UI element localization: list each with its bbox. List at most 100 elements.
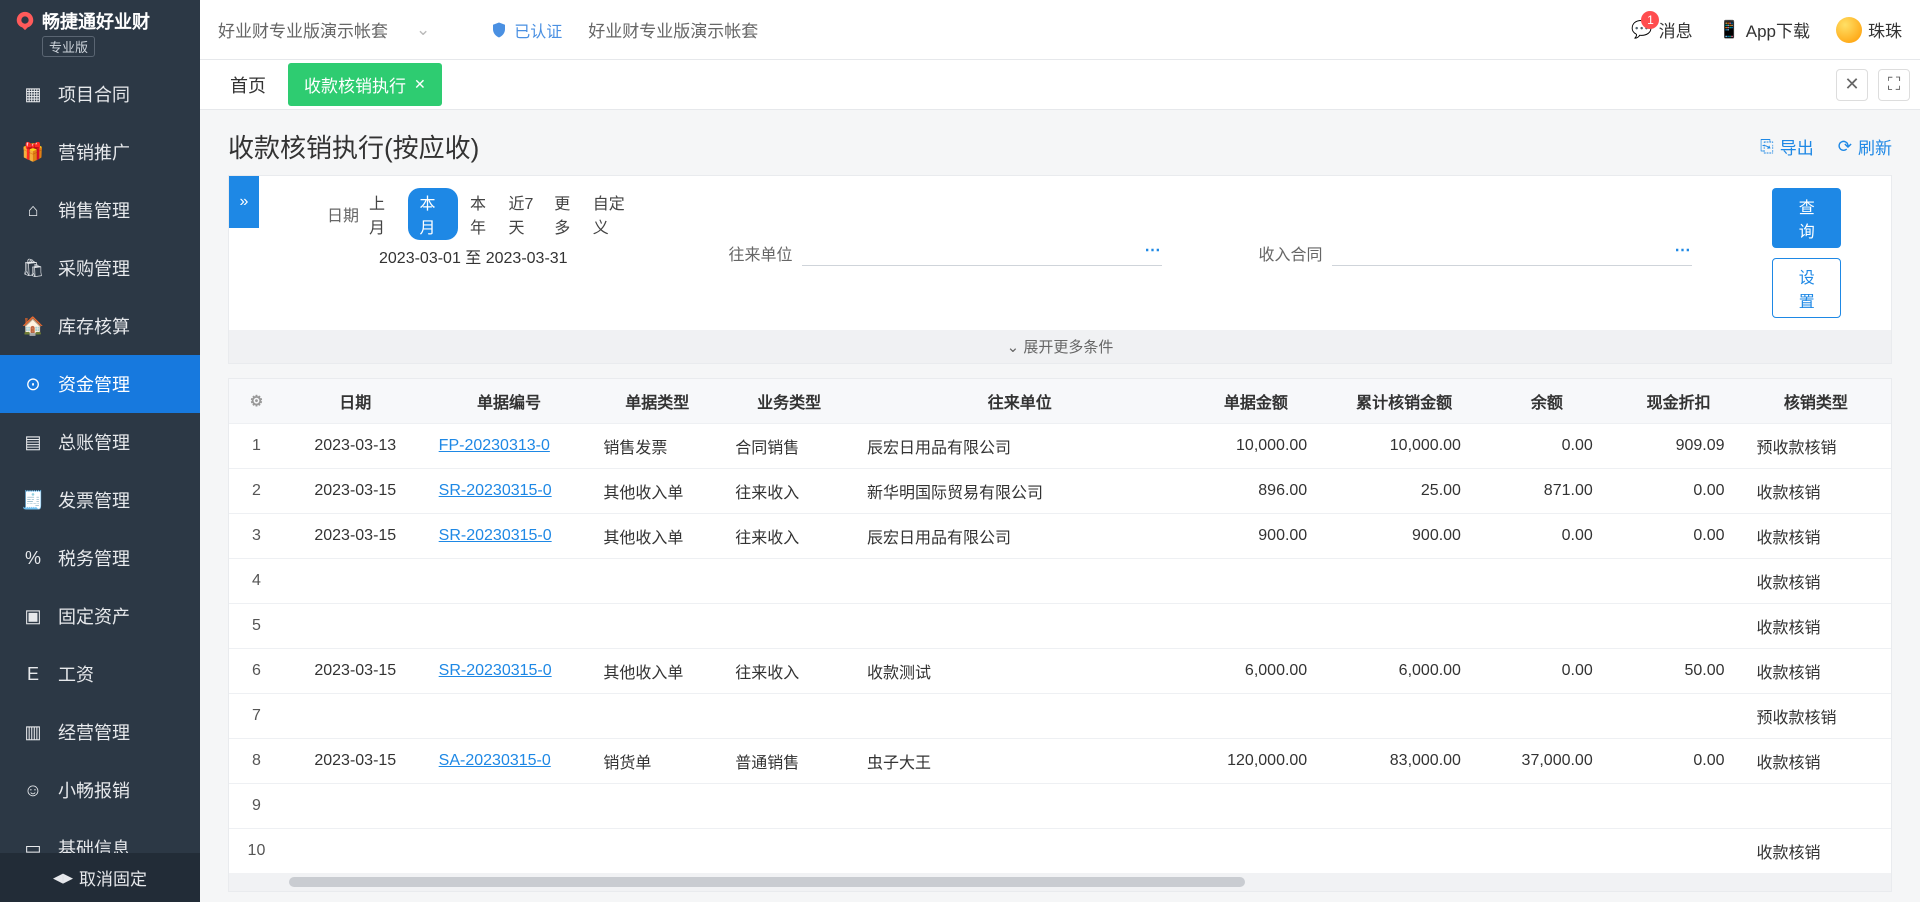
percent-icon: %	[22, 547, 44, 569]
table-row[interactable]: 5收款核销收款单20	[229, 604, 1891, 649]
sidebar-item-13[interactable]: ▭基础信息	[0, 819, 200, 853]
account-selector[interactable]: 好业财专业版演示帐套 ⌄	[218, 17, 430, 42]
column-header-2[interactable]: 单据类型	[591, 379, 723, 424]
column-header-10[interactable]: 核销单据类型	[1887, 379, 1891, 424]
grid-icon: ▦	[22, 83, 44, 105]
brand-icon	[14, 10, 36, 32]
cell-writeoff-type: 收款核销	[1745, 649, 1888, 694]
sidebar-item-4[interactable]: 🏠库存核算	[0, 297, 200, 355]
date-option-2[interactable]: 本年	[470, 190, 496, 238]
column-header-8[interactable]: 现金折扣	[1613, 379, 1745, 424]
export-label: 导出	[1780, 134, 1814, 159]
close-icon[interactable]: ✕	[414, 76, 426, 93]
column-settings-button[interactable]: ⚙	[229, 379, 284, 424]
cell-docno[interactable]: SR-20230315-0	[427, 514, 592, 559]
row-number: 10	[229, 829, 284, 874]
table-row[interactable]: 4收款核销收款单20	[229, 559, 1891, 604]
column-header-3[interactable]: 业务类型	[723, 379, 855, 424]
sidebar-item-label: 总账管理	[58, 429, 130, 455]
date-option-3[interactable]: 近7天	[508, 190, 542, 238]
unpin-button[interactable]: ◀▶ 取消固定	[0, 853, 200, 902]
sidebar-item-label: 固定资产	[58, 603, 130, 629]
sidebar-item-6[interactable]: ▤总账管理	[0, 413, 200, 471]
column-header-5[interactable]: 单据金额	[1184, 379, 1327, 424]
table-row[interactable]: 82023-03-15SA-20230315-0销货单普通销售虫子大王120,0…	[229, 739, 1891, 784]
table-row[interactable]: 7预收款核销收款单20	[229, 694, 1891, 739]
table-row[interactable]: 10收款核销收款单20	[229, 829, 1891, 874]
cell-docno[interactable]: SR-20230315-0	[427, 469, 592, 514]
sidebar-item-7[interactable]: 🧾发票管理	[0, 471, 200, 529]
contract-filter-label: 收入合同	[1242, 241, 1322, 265]
sidebar-item-11[interactable]: ▥经营管理	[0, 703, 200, 761]
seal-icon: ⌂	[22, 199, 44, 221]
sidebar-item-12[interactable]: ☺小畅报销	[0, 761, 200, 819]
cell-accum: 83,000.00	[1327, 739, 1481, 784]
column-header-6[interactable]: 累计核销金额	[1327, 379, 1481, 424]
sidebar-item-label: 库存核算	[58, 313, 130, 339]
cell-biztype: 合同销售	[723, 424, 855, 469]
date-option-4[interactable]: 更多	[554, 190, 580, 238]
cell-writeoff-doctype: 收款单	[1887, 829, 1891, 874]
cell-docno[interactable]: SR-20230315-0	[427, 649, 592, 694]
cell-doctype: 其他收入单	[591, 514, 723, 559]
topbar: 好业财专业版演示帐套 ⌄ 已认证 好业财专业版演示帐套 💬 1 消息 📱 App…	[200, 0, 1920, 60]
row-number: 7	[229, 694, 284, 739]
settings-button[interactable]: 设置	[1772, 258, 1841, 318]
user-menu[interactable]: 珠珠	[1836, 17, 1902, 43]
table-row[interactable]: 32023-03-15SR-20230315-0其他收入单往来收入辰宏日用品有限…	[229, 514, 1891, 559]
cell-partner: 虫子大王	[855, 739, 1184, 784]
column-header-4[interactable]: 往来单位	[855, 379, 1184, 424]
cell-partner	[855, 694, 1184, 739]
table-row[interactable]: 9收款单20	[229, 784, 1891, 829]
cell-docno[interactable]: SA-20230315-0	[427, 739, 592, 784]
contract-picker-icon[interactable]: ⋯	[1674, 240, 1692, 260]
column-header-1[interactable]: 单据编号	[427, 379, 592, 424]
messages-button[interactable]: 💬 1 消息	[1631, 17, 1692, 42]
cell-doctype: 其他收入单	[591, 649, 723, 694]
sidebar-item-1[interactable]: 🎁营销推广	[0, 123, 200, 181]
filter-panel: » 日期 上月本月本年近7天更多自定义 2023-03-01 至 2023-03…	[228, 175, 1892, 364]
date-option-1[interactable]: 本月	[408, 188, 458, 240]
export-button[interactable]: ⎘ 导出	[1760, 134, 1814, 159]
tab-active[interactable]: 收款核销执行 ✕	[288, 63, 442, 106]
cell-amount: 10,000.00	[1184, 424, 1327, 469]
cell-biztype: 往来收入	[723, 514, 855, 559]
fullscreen-button[interactable]: ⛶	[1878, 69, 1910, 101]
sidebar-item-2[interactable]: ⌂销售管理	[0, 181, 200, 239]
date-option-5[interactable]: 自定义	[593, 190, 633, 238]
column-header-9[interactable]: 核销类型	[1745, 379, 1888, 424]
date-option-0[interactable]: 上月	[369, 190, 395, 238]
table-row[interactable]: 62023-03-15SR-20230315-0其他收入单往来收入收款测试6,0…	[229, 649, 1891, 694]
sidebar-item-3[interactable]: 🛍采购管理	[0, 239, 200, 297]
collapse-filter-button[interactable]: »	[229, 176, 259, 228]
sidebar-item-10[interactable]: E工资	[0, 645, 200, 703]
tab-home[interactable]: 首页	[218, 72, 278, 98]
cell-discount	[1613, 784, 1745, 829]
cell-date	[284, 694, 427, 739]
partner-picker-icon[interactable]: ⋯	[1144, 240, 1162, 260]
table-row[interactable]: 22023-03-15SR-20230315-0其他收入单往来收入新华明国际贸易…	[229, 469, 1891, 514]
cell-docno[interactable]: FP-20230313-0	[427, 424, 592, 469]
refresh-label: 刷新	[1858, 134, 1892, 159]
cell-biztype: 往来收入	[723, 649, 855, 694]
column-header-0[interactable]: 日期	[284, 379, 427, 424]
cell-doctype	[591, 694, 723, 739]
app-download-button[interactable]: 📱 App下载	[1719, 17, 1810, 42]
partner-input[interactable]	[802, 240, 1162, 266]
column-header-7[interactable]: 余额	[1481, 379, 1613, 424]
sidebar-item-label: 税务管理	[58, 545, 130, 571]
row-number: 6	[229, 649, 284, 694]
sidebar-item-0[interactable]: ▦项目合同	[0, 65, 200, 123]
sidebar-item-5[interactable]: ⊙资金管理	[0, 355, 200, 413]
expand-conditions-button[interactable]: 展开更多条件	[229, 330, 1891, 363]
shield-icon	[490, 21, 508, 39]
contract-input[interactable]	[1332, 240, 1692, 266]
cell-discount	[1613, 694, 1745, 739]
query-button[interactable]: 查询	[1772, 188, 1841, 248]
table-row[interactable]: 12023-03-13FP-20230313-0销售发票合同销售辰宏日用品有限公…	[229, 424, 1891, 469]
sidebar-item-8[interactable]: % 税务管理	[0, 529, 200, 587]
close-all-tabs-button[interactable]: ✕	[1836, 69, 1868, 101]
horizontal-scrollbar[interactable]	[229, 873, 1891, 891]
sidebar-item-9[interactable]: ▣固定资产	[0, 587, 200, 645]
refresh-button[interactable]: ⟳ 刷新	[1838, 134, 1892, 159]
